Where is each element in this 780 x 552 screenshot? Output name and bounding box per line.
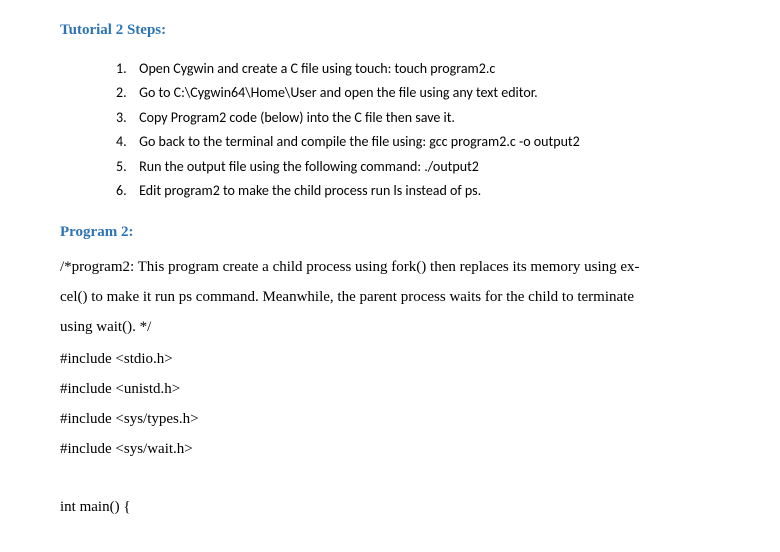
step-text: Go to C:\Cygwin64\Home\User and open the… xyxy=(139,84,538,101)
include-line: #include <sys/types.h> xyxy=(60,404,720,434)
step-text: Run the output file using the following … xyxy=(139,158,479,175)
step-text: Edit program2 to make the child process … xyxy=(139,182,481,199)
step-number: 1. xyxy=(116,57,136,82)
include-line: #include <sys/wait.h> xyxy=(60,434,720,464)
step-number: 3. xyxy=(116,106,136,131)
step-item: 3. Copy Program2 code (below) into the C… xyxy=(116,106,720,131)
include-line: #include <unistd.h> xyxy=(60,374,720,404)
tutorial-steps-heading: Tutorial 2 Steps: xyxy=(60,16,720,45)
program-heading: Program 2: xyxy=(60,218,720,247)
step-text: Open Cygwin and create a C file using to… xyxy=(139,60,495,77)
step-number: 6. xyxy=(116,179,136,204)
steps-list: 1. Open Cygwin and create a C file using… xyxy=(60,57,720,204)
step-item: 5. Run the output file using the followi… xyxy=(116,155,720,180)
step-item: 2. Go to C:\Cygwin64\Home\User and open … xyxy=(116,81,720,106)
include-line: #include <stdio.h> xyxy=(60,344,720,374)
program-description-line: cel() to make it run ps command. Meanwhi… xyxy=(60,282,720,312)
step-number: 5. xyxy=(116,155,136,180)
includes-block: #include <stdio.h> #include <unistd.h> #… xyxy=(60,344,720,464)
step-text: Copy Program2 code (below) into the C fi… xyxy=(139,109,455,126)
step-number: 4. xyxy=(116,130,136,155)
step-item: 1. Open Cygwin and create a C file using… xyxy=(116,57,720,82)
step-number: 2. xyxy=(116,81,136,106)
program-description-line: /*program2: This program create a child … xyxy=(60,252,720,282)
step-item: 4. Go back to the terminal and compile t… xyxy=(116,130,720,155)
step-item: 6. Edit program2 to make the child proce… xyxy=(116,179,720,204)
main-function-line: int main() { xyxy=(60,492,720,522)
program-description-line: using wait(). */ xyxy=(60,312,720,342)
step-text: Go back to the terminal and compile the … xyxy=(139,133,580,150)
